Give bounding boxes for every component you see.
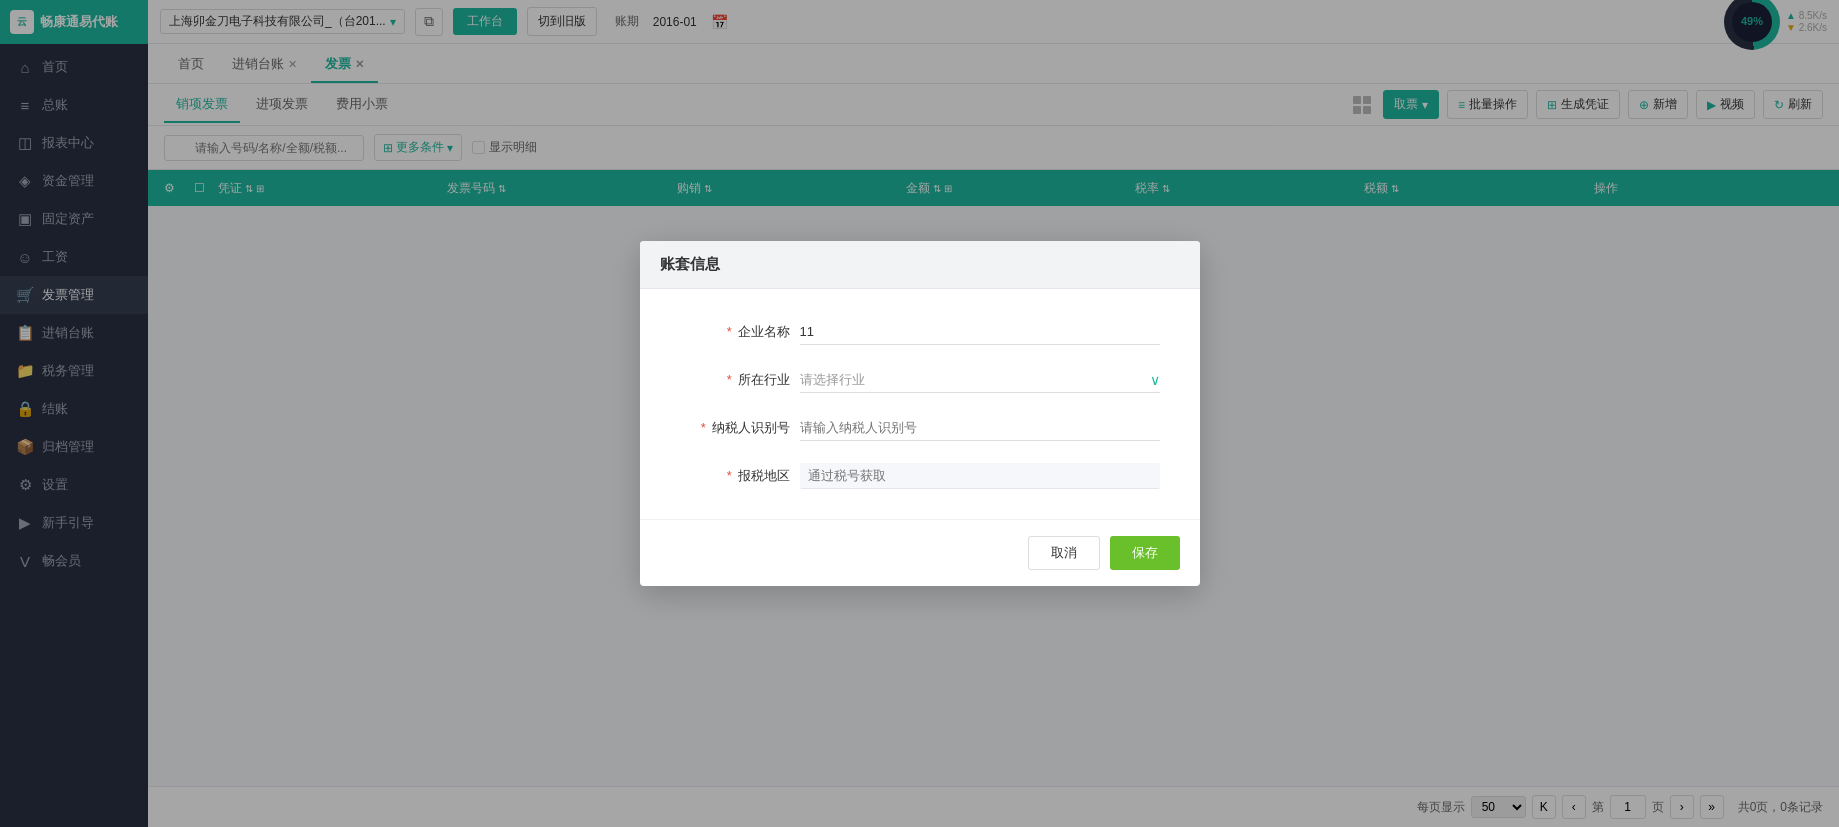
tax-id-label: * 纳税人识别号 [680,419,800,437]
tax-region-row: * 报税地区 [680,463,1160,489]
modal-footer: 取消 保存 [640,519,1200,586]
cancel-button[interactable]: 取消 [1028,536,1100,570]
company-name-label: * 企业名称 [680,323,800,341]
company-name-row: * 企业名称 [680,319,1160,345]
industry-row: * 所在行业 请选择行业 ∨ [680,367,1160,393]
modal-overlay[interactable]: 账套信息 * 企业名称 * 所在行业 请选择行业 [0,0,1839,827]
industry-label: * 所在行业 [680,371,800,389]
tax-id-input[interactable] [800,415,1160,441]
modal-title: 账套信息 [660,255,720,272]
company-name-input[interactable] [800,319,1160,345]
account-info-modal: 账套信息 * 企业名称 * 所在行业 请选择行业 [640,241,1200,586]
modal-body: * 企业名称 * 所在行业 请选择行业 ∨ [640,289,1200,519]
modal-header: 账套信息 [640,241,1200,289]
tax-id-row: * 纳税人识别号 [680,415,1160,441]
industry-select-wrap: 请选择行业 ∨ [800,367,1160,393]
industry-select[interactable]: 请选择行业 [800,367,1160,392]
save-button[interactable]: 保存 [1110,536,1180,570]
tax-region-label: * 报税地区 [680,467,800,485]
tax-region-input [800,463,1160,489]
